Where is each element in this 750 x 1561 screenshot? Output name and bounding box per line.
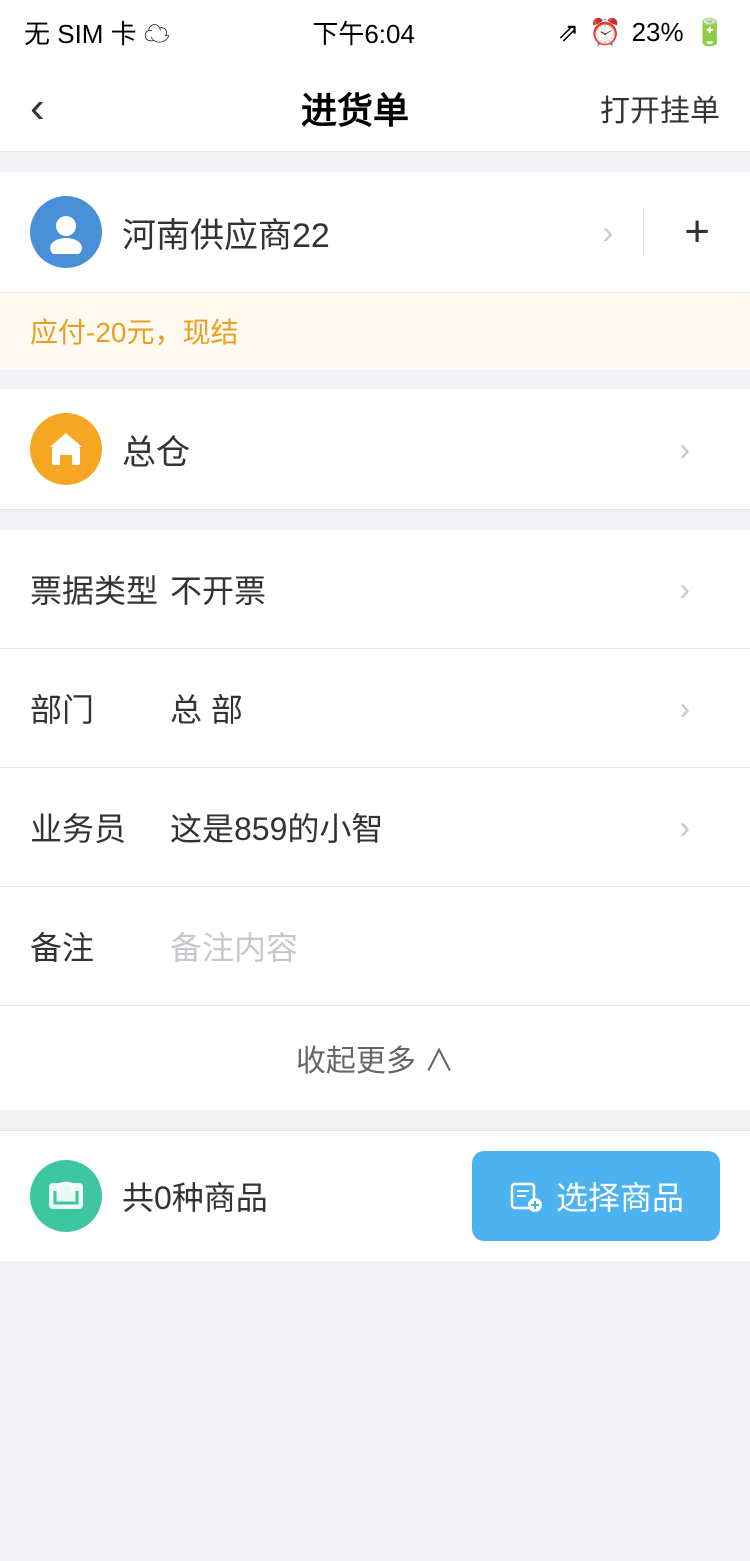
chevron-right-salesperson-icon: ›: [679, 809, 690, 846]
page-title: 进货单: [301, 82, 409, 134]
user-icon: [44, 210, 88, 254]
bottom-background: [0, 1261, 750, 1561]
warehouse-row[interactable]: 总仓 ›: [0, 389, 750, 510]
product-icon-circle: [30, 1160, 102, 1232]
gap-3: [0, 510, 750, 530]
warehouse-icon-circle: [30, 413, 102, 485]
status-time: 下午6:04: [312, 14, 415, 51]
select-product-button[interactable]: 选择商品: [472, 1151, 720, 1241]
product-count-label: 共0种商品: [122, 1173, 472, 1219]
dept-value: 总 部: [170, 685, 679, 731]
add-supplier-button[interactable]: +: [674, 207, 720, 257]
warehouse-name: 总仓: [122, 425, 679, 474]
collapse-button[interactable]: 收起更多 ∧: [0, 1005, 750, 1110]
supplier-name: 河南供应商22: [122, 208, 603, 257]
gap-1: [0, 152, 750, 172]
notice-text: 应付-20元，现结: [30, 317, 238, 348]
status-bar: 无 SIM 卡 ☁ 下午6:04 ⇗ ⏰ 23% 🔋: [0, 0, 750, 64]
chevron-right-dept-icon: ›: [679, 690, 690, 727]
cart-icon: [45, 1175, 87, 1217]
battery-icon: 🔋: [694, 17, 726, 48]
alarm-icon: ⏰: [589, 17, 621, 48]
avatar: [30, 196, 102, 268]
open-pending-button[interactable]: 打开挂单: [600, 86, 720, 130]
dept-label: 部门: [30, 685, 170, 731]
notice-bar: 应付-20元，现结: [0, 293, 750, 369]
product-bar: 共0种商品 选择商品: [0, 1130, 750, 1261]
sim-signal: 无 SIM 卡 ☁: [24, 14, 170, 51]
back-button[interactable]: ‹: [30, 83, 110, 133]
remark-label: 备注: [30, 923, 170, 969]
supplier-row[interactable]: 河南供应商22 › +: [0, 172, 750, 293]
chevron-right-warehouse-icon: ›: [679, 431, 690, 468]
status-right: ⇗ ⏰ 23% 🔋: [557, 17, 726, 48]
salesperson-value: 这是859的小智: [170, 804, 679, 850]
remark-value[interactable]: 备注内容: [170, 923, 720, 969]
location-icon: ⇗: [557, 17, 579, 48]
chevron-right-icon: ›: [603, 214, 614, 251]
select-btn-label: 选择商品: [556, 1173, 684, 1219]
remark-row[interactable]: 备注 备注内容: [0, 887, 750, 1005]
chevron-right-invoice-icon: ›: [679, 571, 690, 608]
invoice-value: 不开票: [170, 566, 679, 612]
invoice-label: 票据类型: [30, 566, 170, 612]
nav-bar: ‹ 进货单 打开挂单: [0, 64, 750, 152]
battery-level: 23%: [632, 17, 684, 48]
status-left: 无 SIM 卡 ☁: [24, 14, 170, 51]
vertical-divider: [643, 207, 644, 257]
select-product-icon: [508, 1178, 544, 1214]
dept-row[interactable]: 部门 总 部 ›: [0, 649, 750, 768]
salesperson-label: 业务员: [30, 804, 170, 850]
supplier-section: 河南供应商22 › + 应付-20元，现结: [0, 172, 750, 369]
gap-2: [0, 369, 750, 389]
gap-4: [0, 1110, 750, 1130]
collapse-label: 收起更多 ∧: [296, 1045, 454, 1078]
form-section: 票据类型 不开票 › 部门 总 部 › 业务员 这是859的小智 › 备注 备注…: [0, 530, 750, 1005]
salesperson-row[interactable]: 业务员 这是859的小智 ›: [0, 768, 750, 887]
warehouse-icon: [46, 429, 86, 469]
invoice-row[interactable]: 票据类型 不开票 ›: [0, 530, 750, 649]
